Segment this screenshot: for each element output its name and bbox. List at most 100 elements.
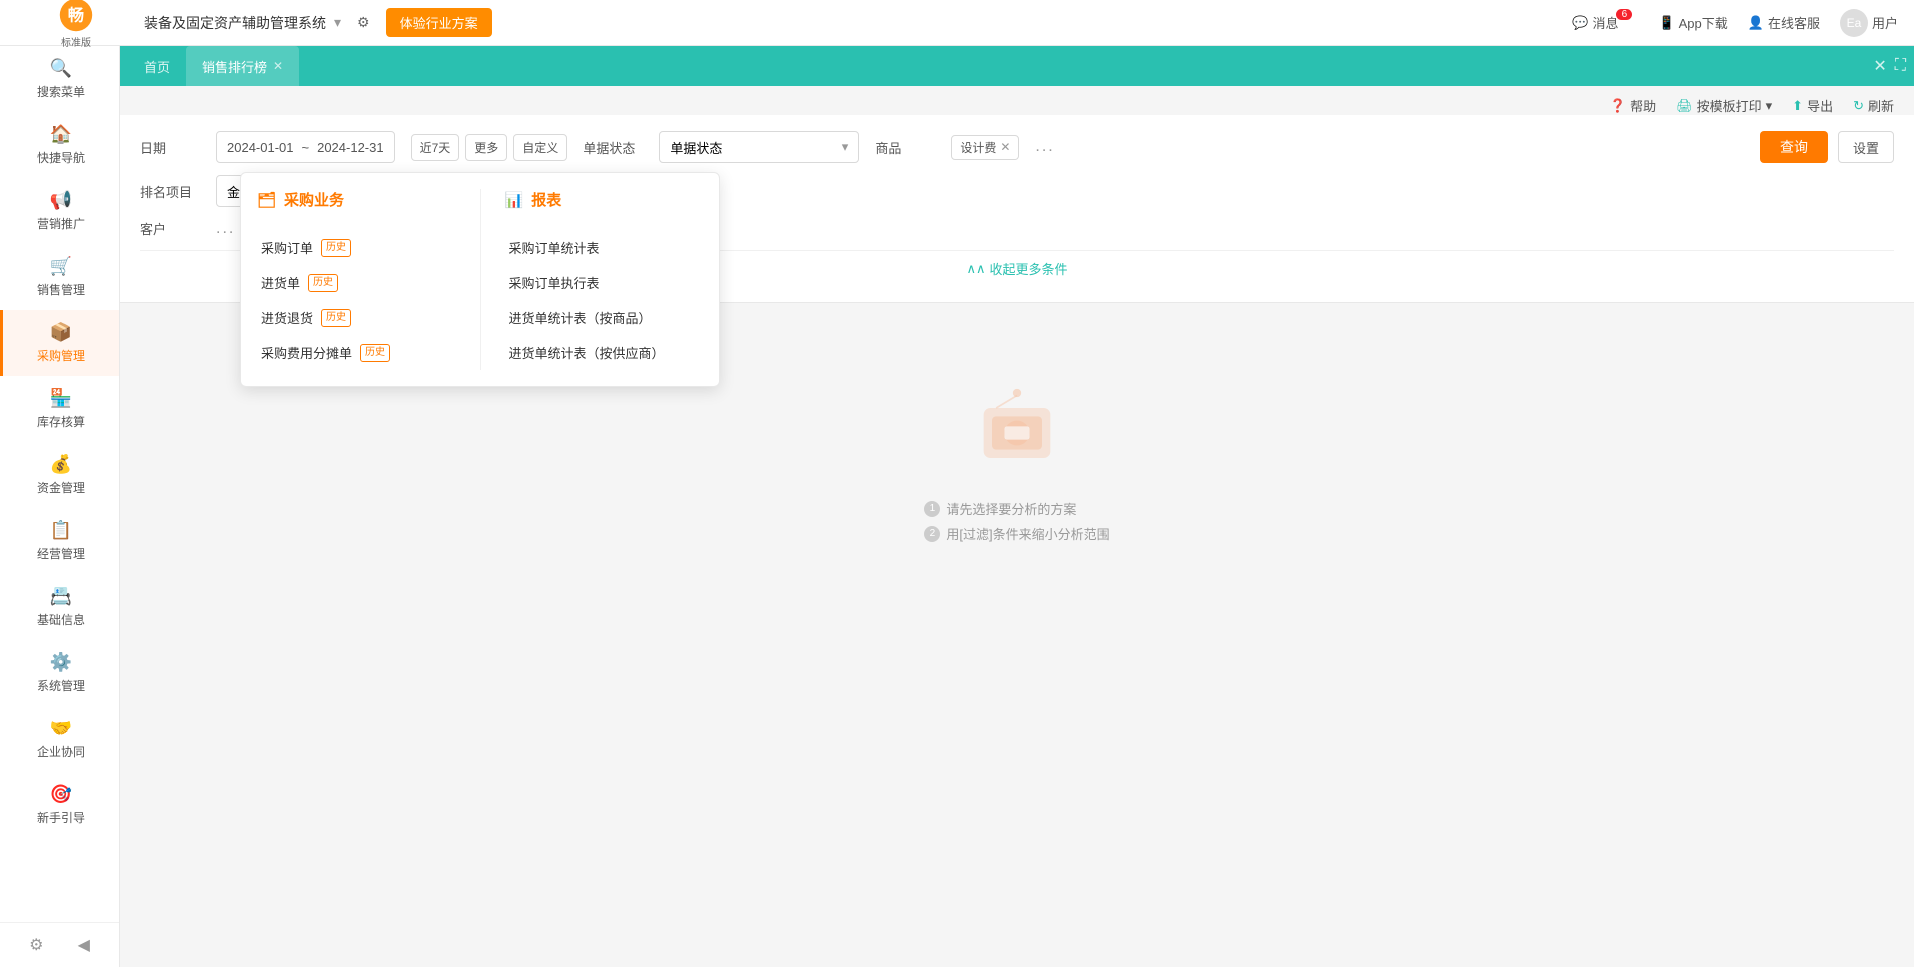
doc-status-value: 单据状态 xyxy=(670,138,722,157)
dropdown-item-expense[interactable]: 采购费用分摊单 历史 xyxy=(257,335,456,370)
user-area[interactable]: Ea 用户 xyxy=(1840,9,1898,37)
tip-text-2: 用[过滤]条件来缩小分析范围 xyxy=(946,524,1109,543)
tab-sales-rank-label: 销售排行榜 xyxy=(202,57,267,76)
tab-close-icon[interactable]: ✕ xyxy=(273,59,283,73)
tab-bar: 首页 销售排行榜 ✕ ✕ ⛶ xyxy=(120,46,1914,86)
online-service-label: 在线客服 xyxy=(1768,13,1820,32)
collapse-label: 收起更多条件 xyxy=(990,259,1068,278)
dropdown-item-report-1[interactable]: 采购订单统计表 xyxy=(505,230,704,265)
online-service-btn[interactable]: 👤 在线客服 xyxy=(1748,13,1820,32)
sidebar-label-system: 系统管理 xyxy=(37,677,85,694)
dropdown-item-purchase-order[interactable]: 采购订单 历史 xyxy=(257,230,456,265)
report-col-header: 📊 报表 xyxy=(505,189,704,218)
goods-tag-close[interactable]: ✕ xyxy=(1000,140,1010,154)
tab-bar-right: ✕ ⛶ xyxy=(1873,56,1906,76)
search-icon: 🔍 xyxy=(50,58,72,79)
sidebar: 🔍 搜索菜单 🏠 快捷导航 📢 营销推广 🛒 销售管理 📦 采购管理 🏪 库存核… xyxy=(0,46,120,967)
sidebar-item-finance[interactable]: 💰 资金管理 xyxy=(0,442,119,508)
top-header: 畅 标准版 装备及固定资产辅助管理系统 ▾ ⚙ 体验行业方案 💬 消息 6 📱 … xyxy=(0,0,1914,46)
dropdown-item-incoming[interactable]: 进货单 历史 xyxy=(257,265,456,300)
sidebar-item-system[interactable]: ⚙️ 系统管理 xyxy=(0,640,119,706)
sidebar-item-cooperation[interactable]: 🤝 企业协同 xyxy=(0,706,119,772)
dropdown-menu: 🗂 采购业务 采购订单 历史 进货单 历史 进货退货 xyxy=(240,172,720,387)
purchase-icon: 📦 xyxy=(50,322,72,343)
help-icon: ❓ xyxy=(1610,98,1626,114)
dropdown-item-return[interactable]: 进货退货 历史 xyxy=(257,300,456,335)
help-label: 帮助 xyxy=(1630,96,1656,115)
system-icon: ⚙️ xyxy=(50,652,72,673)
report-col: 📊 报表 采购订单统计表 采购订单执行表 进货单统计表（按商品） xyxy=(489,189,720,370)
refresh-btn[interactable]: ↻ 刷新 xyxy=(1853,96,1894,115)
tab-sales-rank[interactable]: 销售排行榜 ✕ xyxy=(186,46,299,86)
app-download-btn[interactable]: 📱 App下载 xyxy=(1658,13,1727,32)
purchase-col-icon: 🗂 xyxy=(257,191,276,209)
date-start: 2024-01-01 xyxy=(227,140,294,155)
quick-date-custom[interactable]: 自定义 xyxy=(513,134,567,161)
guide-icon: 🎯 xyxy=(50,784,72,805)
logo-subtitle: 标准版 xyxy=(61,34,91,49)
print-btn[interactable]: 🖨 按模板打印 ▾ xyxy=(1676,96,1772,115)
dropdown-item-report-3[interactable]: 进货单统计表（按商品） xyxy=(505,300,704,335)
sidebar-item-sales[interactable]: 🛒 销售管理 xyxy=(0,244,119,310)
print-dropdown[interactable]: ▾ xyxy=(1766,98,1773,114)
tip-num-1: 1 xyxy=(924,501,940,517)
return-label: 进货退货 xyxy=(261,308,313,327)
industry-btn[interactable]: 体验行业方案 xyxy=(386,8,492,37)
tab-fullscreen-icon[interactable]: ⛶ xyxy=(1895,57,1906,75)
export-btn[interactable]: ⬆ 导出 xyxy=(1792,96,1833,115)
settings-icon[interactable]: ⚙ xyxy=(357,14,370,31)
service-icon: 👤 xyxy=(1748,15,1764,31)
sidebar-item-quick-nav[interactable]: 🏠 快捷导航 xyxy=(0,112,119,178)
message-badge: 6 xyxy=(1616,9,1632,20)
report-2-label: 采购订单执行表 xyxy=(509,273,600,292)
sidebar-item-marketing[interactable]: 📢 营销推广 xyxy=(0,178,119,244)
sidebar-item-guide[interactable]: 🎯 新手引导 xyxy=(0,772,119,838)
expense-label: 采购费用分摊单 xyxy=(261,343,352,362)
sidebar-item-operation[interactable]: 📋 经营管理 xyxy=(0,508,119,574)
sidebar-item-inventory[interactable]: 🏪 库存核算 xyxy=(0,376,119,442)
sidebar-label-basic-info: 基础信息 xyxy=(37,611,85,628)
col-divider xyxy=(480,189,481,370)
quick-dates: 近7天 更多 自定义 xyxy=(411,134,568,161)
goods-tag: 设计费 ✕ xyxy=(951,135,1019,160)
export-label: 导出 xyxy=(1807,96,1833,115)
tab-maximize-icon[interactable]: ✕ xyxy=(1873,56,1886,76)
message-btn[interactable]: 💬 消息 6 xyxy=(1572,13,1638,32)
tab-home[interactable]: 首页 xyxy=(128,46,186,86)
logo-icon: 畅 xyxy=(58,0,94,33)
date-range-input[interactable]: 2024-01-01 ~ 2024-12-31 xyxy=(216,131,395,163)
doc-status-select[interactable]: 单据状态 ▾ xyxy=(659,131,859,163)
doc-status-arrow: ▾ xyxy=(842,139,849,155)
query-btn[interactable]: 查询 xyxy=(1760,131,1828,163)
export-icon: ⬆ xyxy=(1792,98,1803,114)
sidebar-item-basic-info[interactable]: 📇 基础信息 xyxy=(0,574,119,640)
incoming-history: 历史 xyxy=(308,274,338,292)
main-layout: 🔍 搜索菜单 🏠 快捷导航 📢 营销推广 🛒 销售管理 📦 采购管理 🏪 库存核… xyxy=(0,46,1914,967)
inventory-icon: 🏪 xyxy=(50,388,72,409)
dropdown-item-report-2[interactable]: 采购订单执行表 xyxy=(505,265,704,300)
sidebar-item-search[interactable]: 🔍 搜索菜单 xyxy=(0,46,119,112)
system-dropdown-arrow[interactable]: ▾ xyxy=(334,14,341,31)
dropdown-item-report-4[interactable]: 进货单统计表（按供应商） xyxy=(505,335,704,370)
customer-label: 客户 xyxy=(140,219,200,238)
filter-row-1: 日期 2024-01-01 ~ 2024-12-31 近7天 更多 自定义 单据… xyxy=(140,131,1894,163)
quick-date-7days[interactable]: 近7天 xyxy=(411,134,460,161)
avatar-text: Ea xyxy=(1847,16,1862,30)
help-btn[interactable]: ❓ 帮助 xyxy=(1610,96,1656,115)
quick-date-more[interactable]: 更多 xyxy=(465,134,507,161)
empty-tip-1: 1 请先选择要分析的方案 xyxy=(924,499,1109,518)
customer-dots[interactable]: ... xyxy=(216,220,235,238)
settings-btn[interactable]: 设置 xyxy=(1838,131,1894,163)
sidebar-label-sales: 销售管理 xyxy=(37,281,85,298)
date-end: 2024-12-31 xyxy=(317,140,384,155)
sidebar-item-purchase[interactable]: 📦 采购管理 xyxy=(0,310,119,376)
sidebar-label-cooperation: 企业协同 xyxy=(37,743,85,760)
sidebar-settings-btn[interactable]: ⚙ xyxy=(29,935,43,955)
date-label: 日期 xyxy=(140,138,200,157)
system-title-text: 装备及固定资产辅助管理系统 xyxy=(144,13,326,33)
incoming-label: 进货单 xyxy=(261,273,300,292)
doc-status-label: 单据状态 xyxy=(583,138,643,157)
sidebar-collapse-btn[interactable]: ◀ xyxy=(78,935,90,955)
basic-info-icon: 📇 xyxy=(50,586,72,607)
goods-dots[interactable]: ... xyxy=(1035,138,1054,156)
